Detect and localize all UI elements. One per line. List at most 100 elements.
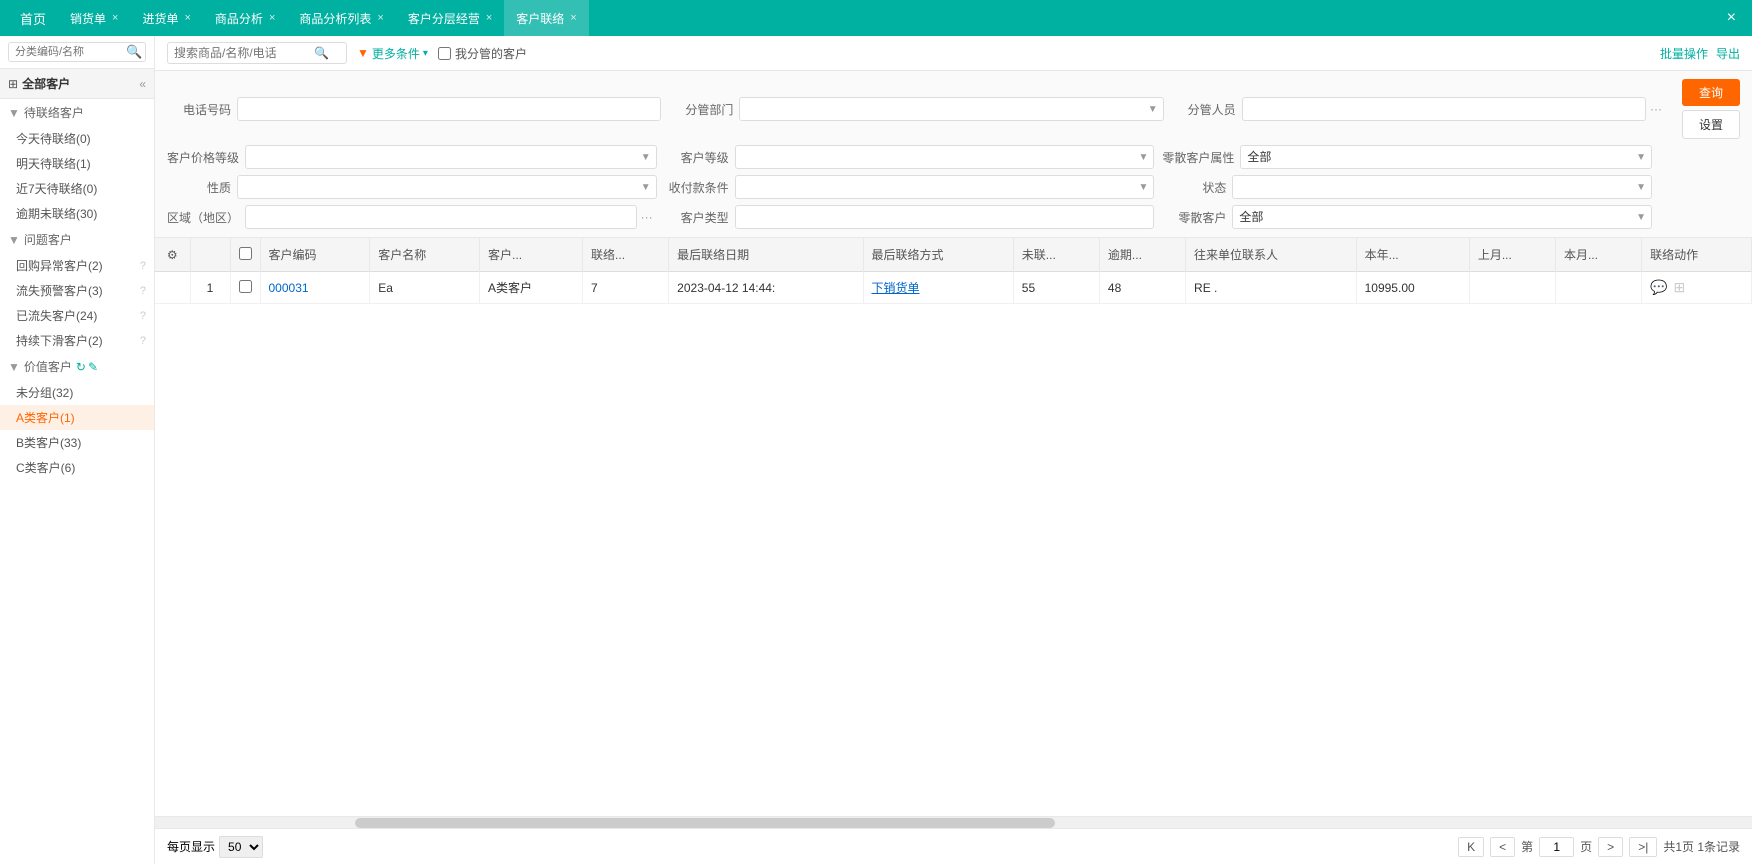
- row-cust-name-cell: Ea: [370, 272, 480, 304]
- col-action[interactable]: 联络动作: [1642, 238, 1752, 272]
- col-this-year[interactable]: 本年...: [1356, 238, 1469, 272]
- sidebar-item-class-a[interactable]: A类客户(1): [0, 405, 154, 430]
- filter-bar: 🔍 ▼ 更多条件 ▾ 我分管的客户 批量操作 导出: [155, 36, 1752, 71]
- settings-button[interactable]: 设置: [1682, 110, 1740, 139]
- close-customer-contact-icon[interactable]: ×: [570, 12, 576, 24]
- sidebar-item-repurchase-abnormal[interactable]: 回购异常客户(2) ?: [0, 253, 154, 278]
- col-overdue[interactable]: 逾期...: [1099, 238, 1185, 272]
- col-contact[interactable]: 联络...: [583, 238, 669, 272]
- region-dots-icon[interactable]: ···: [637, 210, 657, 224]
- sidebar-item-today[interactable]: 今天待联络(0): [0, 126, 154, 151]
- nav-home[interactable]: 首页: [8, 0, 58, 36]
- col-cust-name[interactable]: 客户名称: [370, 238, 480, 272]
- group-pending-contact[interactable]: ▼ 待联络客户: [0, 99, 154, 126]
- col-cust-code[interactable]: 客户编码: [260, 238, 370, 272]
- nav-purchase[interactable]: 进货单 ×: [130, 0, 202, 36]
- group-problem-customers[interactable]: ▼ 问题客户: [0, 226, 154, 253]
- sidebar-item-class-b[interactable]: B类客户(33): [0, 430, 154, 455]
- nav-customer-tier[interactable]: 客户分层经营 ×: [396, 0, 504, 36]
- sidebar-item-declining[interactable]: 持续下滑客户(2) ?: [0, 328, 154, 353]
- scrollbar-thumb[interactable]: [355, 818, 1055, 828]
- sidebar-search-icon[interactable]: 🔍: [126, 44, 142, 60]
- page-label: 第: [1521, 838, 1533, 855]
- col-this-month[interactable]: 本月...: [1555, 238, 1641, 272]
- sidebar-item-class-c[interactable]: C类客户(6): [0, 455, 154, 480]
- last-page-btn[interactable]: >|: [1629, 837, 1657, 857]
- close-sales-icon[interactable]: ×: [112, 12, 118, 24]
- batch-op-btn[interactable]: 批量操作: [1660, 45, 1708, 62]
- sidebar-item-churn-warning[interactable]: 流失预警客户(3) ?: [0, 278, 154, 303]
- close-product-analysis-icon[interactable]: ×: [269, 12, 275, 24]
- more-filters-btn[interactable]: ▼ 更多条件 ▾: [357, 45, 428, 62]
- select-all-checkbox[interactable]: [239, 247, 252, 260]
- export-btn[interactable]: 导出: [1716, 45, 1740, 62]
- filter-search-icon[interactable]: 🔍: [314, 46, 329, 60]
- group-value-customers[interactable]: ▼ 价值客户 ↻ ✎: [0, 353, 154, 380]
- row-last-contact-method-cell[interactable]: 下销货单: [863, 272, 1013, 304]
- row-contact-cell: 7: [583, 272, 669, 304]
- arrow-down-icon: ▼: [8, 106, 20, 120]
- nav-customer-contact[interactable]: 客户联络 ×: [504, 0, 588, 36]
- person-dots-icon[interactable]: ···: [1646, 102, 1666, 116]
- sidebar-item-tomorrow[interactable]: 明天待联络(1): [0, 151, 154, 176]
- prev-page-btn[interactable]: <: [1490, 837, 1515, 857]
- customers-table: ⚙ 客户编码 客户名称 客户... 联络... 最后联络日期 最后联络方式 未联…: [155, 238, 1752, 304]
- refresh-icon[interactable]: ↻: [76, 360, 86, 374]
- close-all-tabs[interactable]: ×: [1719, 9, 1744, 27]
- col-last-month[interactable]: 上月...: [1469, 238, 1555, 272]
- arrow-down-icon-2: ▼: [8, 233, 20, 247]
- nature-label: 性质: [167, 179, 237, 196]
- col-unit-contact[interactable]: 往来单位联系人: [1186, 238, 1357, 272]
- status-select[interactable]: [1232, 175, 1652, 199]
- payment-select[interactable]: [735, 175, 1155, 199]
- price-level-select[interactable]: [245, 145, 657, 169]
- person-input[interactable]: [1242, 97, 1646, 121]
- sidebar-collapse-icon[interactable]: «: [139, 77, 146, 91]
- row-cust-code-cell[interactable]: 000031: [260, 272, 370, 304]
- sidebar-item-overdue[interactable]: 逾期未联络(30): [0, 201, 154, 226]
- col-no-contact[interactable]: 未联...: [1013, 238, 1099, 272]
- nav-product-analysis[interactable]: 商品分析 ×: [203, 0, 287, 36]
- next-page-btn[interactable]: >: [1598, 837, 1623, 857]
- col-last-contact-date[interactable]: 最后联络日期: [669, 238, 863, 272]
- page-input[interactable]: [1539, 837, 1574, 857]
- col-cust-type[interactable]: 客户...: [480, 238, 583, 272]
- retail-select[interactable]: 全部: [1232, 205, 1652, 229]
- col-checkbox[interactable]: [230, 238, 260, 272]
- horizontal-scrollbar[interactable]: [155, 816, 1752, 828]
- dept-select[interactable]: [739, 97, 1163, 121]
- close-customer-tier-icon[interactable]: ×: [486, 12, 492, 24]
- edit-icon[interactable]: ✎: [88, 360, 98, 374]
- region-input[interactable]: [245, 205, 637, 229]
- row-checkbox[interactable]: [239, 280, 252, 293]
- sidebar-item-ungrouped[interactable]: 未分组(32): [0, 380, 154, 405]
- status-label: 状态: [1162, 179, 1232, 196]
- total-label: 共1页 1条记录: [1663, 838, 1740, 855]
- phone-label: 电话号码: [167, 101, 237, 118]
- nature-select[interactable]: [237, 175, 657, 199]
- payment-label: 收付款条件: [665, 179, 735, 196]
- cust-level-select[interactable]: [735, 145, 1155, 169]
- my-customers-checkbox[interactable]: [438, 47, 451, 60]
- close-product-list-icon[interactable]: ×: [377, 12, 383, 24]
- filter-search-input[interactable]: [174, 46, 314, 60]
- nav-product-list[interactable]: 商品分析列表 ×: [287, 0, 395, 36]
- close-purchase-icon[interactable]: ×: [184, 12, 190, 24]
- per-page-select[interactable]: 50: [219, 836, 263, 858]
- sidebar-search-container: 🔍: [0, 36, 154, 69]
- col-settings[interactable]: ⚙: [155, 238, 190, 272]
- retail-attr-select[interactable]: 全部: [1240, 145, 1652, 169]
- phone-input[interactable]: [237, 97, 661, 121]
- my-customers-checkbox-container: 我分管的客户: [438, 45, 527, 62]
- query-button[interactable]: 查询: [1682, 79, 1740, 106]
- nav-sales[interactable]: 销货单 ×: [58, 0, 130, 36]
- first-page-btn[interactable]: K: [1458, 837, 1484, 857]
- sidebar-item-churned[interactable]: 已流失客户(24) ?: [0, 303, 154, 328]
- sidebar-item-7days[interactable]: 近7天待联络(0): [0, 176, 154, 201]
- col-last-contact-method[interactable]: 最后联络方式: [863, 238, 1013, 272]
- row-this-month-cell: [1555, 272, 1641, 304]
- cust-type-input[interactable]: [735, 205, 1155, 229]
- action-icons-container: 💬 ⊞: [1650, 279, 1743, 296]
- contact-icon[interactable]: 💬: [1650, 279, 1667, 296]
- qr-icon[interactable]: ⊞: [1674, 279, 1686, 296]
